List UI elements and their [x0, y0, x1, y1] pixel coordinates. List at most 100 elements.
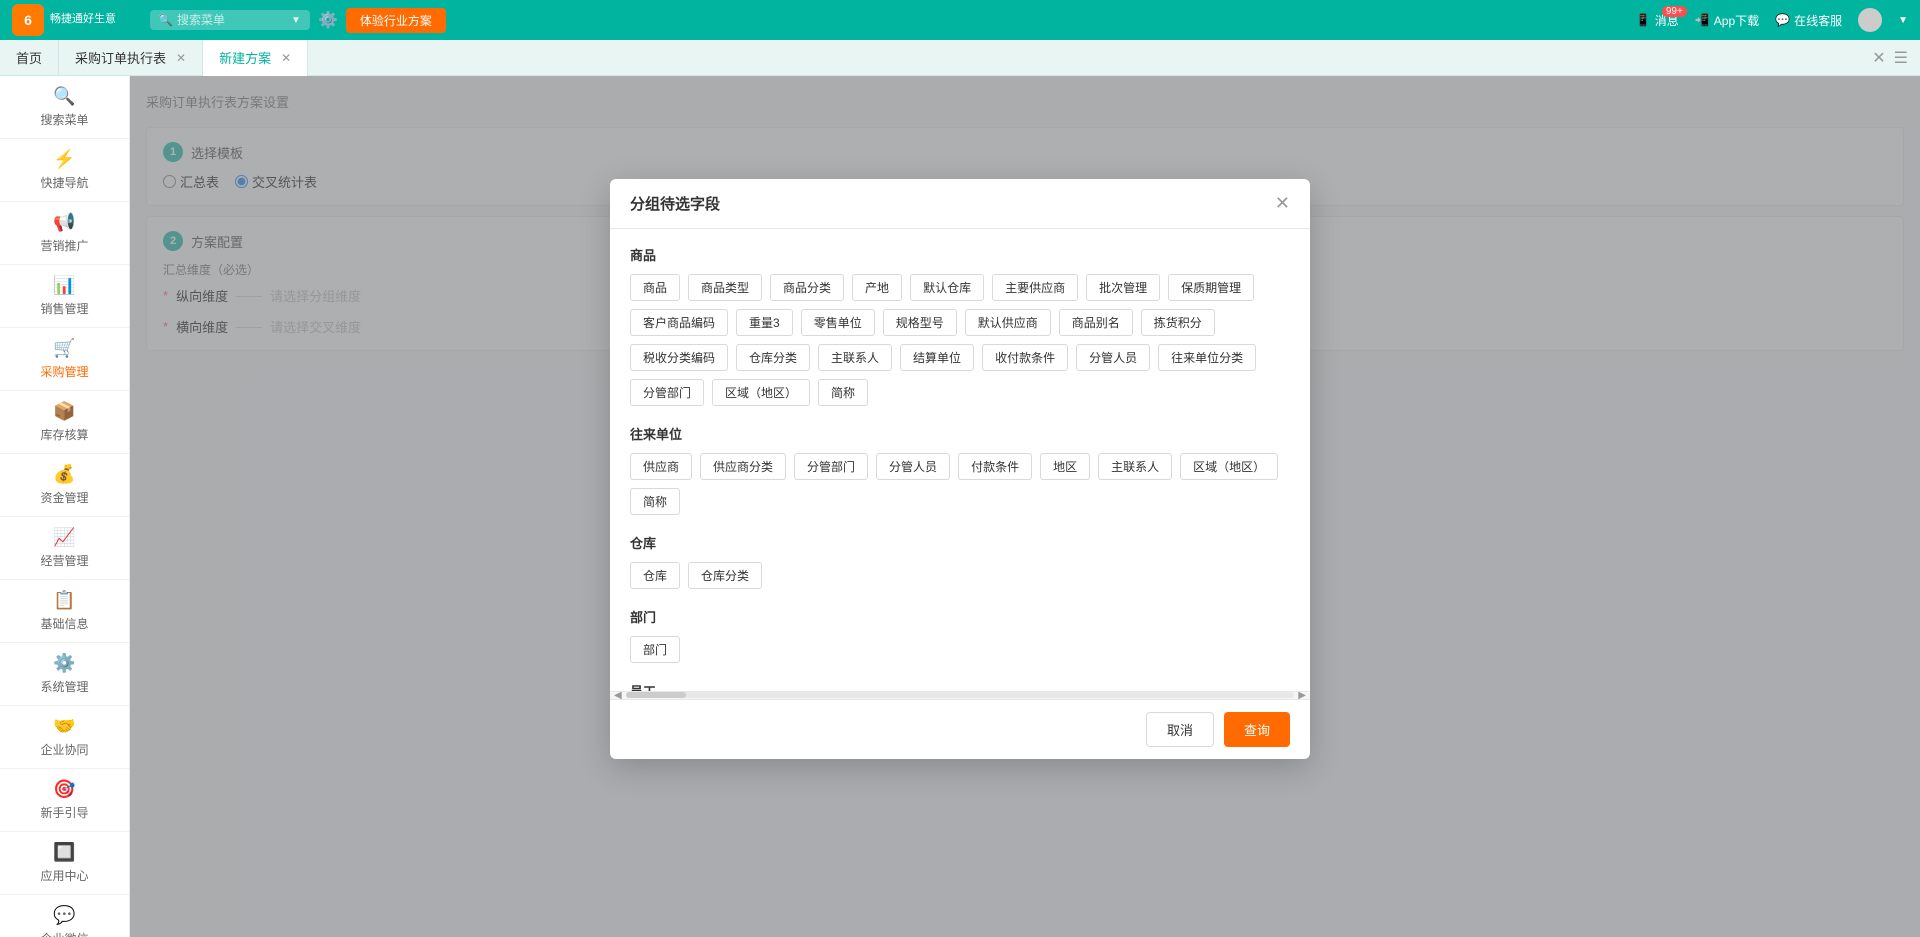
sidebar-item-finance[interactable]: 💰 资金管理: [0, 454, 129, 517]
section-warehouse-title: 仓库: [630, 533, 1290, 552]
tab-purchase-list[interactable]: 采购订单执行表 ✕: [59, 40, 203, 76]
field-department[interactable]: 部门: [630, 636, 680, 663]
sidebar-item-marketing-label: 营销推广: [40, 237, 88, 254]
sidebar-item-wechat-label: 企业微信: [40, 930, 88, 937]
field-product-type[interactable]: 商品类型: [688, 274, 762, 301]
field-dept[interactable]: 分管部门: [630, 379, 704, 406]
field-retail-unit[interactable]: 零售单位: [801, 309, 875, 336]
search-menu-icon: 🔍: [53, 86, 75, 107]
sidebar-item-system-label: 系统管理: [40, 678, 88, 695]
sidebar-item-guide-label: 新手引导: [40, 804, 88, 821]
basic-info-icon: 📋: [53, 590, 75, 611]
sidebar-item-wechat[interactable]: 💬 企业微信: [0, 895, 129, 937]
tab-new-plan[interactable]: 新建方案 ✕: [203, 40, 308, 76]
top-bar: 6 畅捷通好生意 🔍 ▼ ⚙️ 体验行业方案 📱 消息 99+ 📲 App下载 …: [0, 0, 1920, 40]
field-warehouse[interactable]: 仓库: [630, 562, 680, 589]
tab-home-label: 首页: [16, 48, 42, 67]
field-warehouse-cat[interactable]: 仓库分类: [688, 562, 762, 589]
horizontal-scrollbar-thumb[interactable]: [626, 692, 686, 698]
tab-home[interactable]: 首页: [0, 40, 59, 76]
field-supplier-category[interactable]: 供应商分类: [700, 453, 786, 480]
field-spec-model[interactable]: 规格型号: [883, 309, 957, 336]
section-employee: 员工 业务员: [630, 681, 1290, 691]
field-customer-code[interactable]: 客户商品编码: [630, 309, 728, 336]
sidebar-item-sales[interactable]: 📊 销售管理: [0, 265, 129, 328]
sidebar-item-sales-label: 销售管理: [40, 300, 88, 317]
section-product: 商品 商品 商品类型 商品分类 产地 默认仓库 主要供应商 批次管理 保质期管理…: [630, 245, 1290, 406]
content-area: 采购订单执行表方案设置 1 选择模板 汇总表 交叉统计表: [130, 76, 1920, 937]
field-party-short[interactable]: 简称: [630, 488, 680, 515]
field-product-category[interactable]: 商品分类: [770, 274, 844, 301]
search-input[interactable]: [177, 13, 287, 27]
field-tax-code[interactable]: 税收分类编码: [630, 344, 728, 371]
tab-bar: 首页 采购订单执行表 ✕ 新建方案 ✕ ✕ ☰: [0, 40, 1920, 76]
settings-icon[interactable]: ⚙️: [318, 10, 338, 30]
field-supervisor[interactable]: 分管人员: [1076, 344, 1150, 371]
modal-body[interactable]: 商品 商品 商品类型 商品分类 产地 默认仓库 主要供应商 批次管理 保质期管理…: [610, 229, 1310, 691]
field-party-region[interactable]: 地区: [1040, 453, 1090, 480]
sidebar-item-guide[interactable]: 🎯 新手引导: [0, 769, 129, 832]
avatar[interactable]: [1858, 8, 1882, 32]
sidebar-item-operations[interactable]: 📈 经营管理: [0, 517, 129, 580]
tab-menu-icon[interactable]: ☰: [1894, 48, 1908, 68]
logo-area: 6 畅捷通好生意: [12, 4, 142, 36]
online-service-btn[interactable]: 💬 在线客服: [1775, 12, 1842, 29]
top-bar-right: 📱 消息 99+ 📲 App下载 💬 在线客服 ▼: [1636, 8, 1908, 32]
cancel-button[interactable]: 取消: [1146, 712, 1214, 747]
sidebar-item-enterprise-label: 企业协同: [40, 741, 88, 758]
field-region-product[interactable]: 区域（地区）: [712, 379, 810, 406]
sidebar-item-search[interactable]: 🔍 搜索菜单: [0, 76, 129, 139]
field-party-dept[interactable]: 分管部门: [794, 453, 868, 480]
field-warehouse-category[interactable]: 仓库分类: [736, 344, 810, 371]
field-supplier[interactable]: 供应商: [630, 453, 692, 480]
field-batch-mgmt[interactable]: 批次管理: [1086, 274, 1160, 301]
field-party-area[interactable]: 区域（地区）: [1180, 453, 1278, 480]
notification-btn[interactable]: 📱 消息 99+: [1636, 12, 1679, 29]
sidebar-item-purchase-label: 采购管理: [40, 363, 88, 380]
tab-new-plan-close[interactable]: ✕: [281, 51, 291, 65]
field-selection-modal: 分组待选字段 ✕ 商品 商品 商品类型 商品分类 产地 默认仓库 主要供应商 批…: [610, 179, 1310, 759]
field-party-category[interactable]: 往来单位分类: [1158, 344, 1256, 371]
field-shelf-life[interactable]: 保质期管理: [1168, 274, 1254, 301]
sidebar-item-enterprise[interactable]: 🤝 企业协同: [0, 706, 129, 769]
modal-horizontal-scrollbar[interactable]: ◀ ▶: [610, 691, 1310, 699]
field-short-name-product[interactable]: 简称: [818, 379, 868, 406]
field-product-alias[interactable]: 商品别名: [1059, 309, 1133, 336]
sidebar-item-quicknav[interactable]: ⚡ 快捷导航: [0, 139, 129, 202]
field-settlement-unit[interactable]: 结算单位: [900, 344, 974, 371]
field-weight3[interactable]: 重量3: [736, 309, 793, 336]
field-party-contact[interactable]: 主联系人: [1098, 453, 1172, 480]
purchase-icon: 🛒: [53, 338, 75, 359]
close-all-icon[interactable]: ✕: [1872, 48, 1885, 68]
sidebar-item-basic-info[interactable]: 📋 基础信息: [0, 580, 129, 643]
main-layout: 🔍 搜索菜单 ⚡ 快捷导航 📢 营销推广 📊 销售管理 🛒 采购管理 📦 库存核…: [0, 76, 1920, 937]
field-payment-terms[interactable]: 收付款条件: [982, 344, 1068, 371]
confirm-button[interactable]: 查询: [1224, 712, 1290, 747]
app-download-btn[interactable]: 📲 App下载: [1695, 12, 1759, 29]
app-download-icon: 📲: [1695, 13, 1710, 27]
sidebar-item-marketing[interactable]: 📢 营销推广: [0, 202, 129, 265]
field-default-warehouse[interactable]: 默认仓库: [910, 274, 984, 301]
section-party-title: 往来单位: [630, 424, 1290, 443]
finance-icon: 💰: [53, 464, 75, 485]
field-party-supervisor[interactable]: 分管人员: [876, 453, 950, 480]
field-product[interactable]: 商品: [630, 274, 680, 301]
modal-close-btn[interactable]: ✕: [1275, 194, 1290, 212]
field-main-contact[interactable]: 主联系人: [818, 344, 892, 371]
field-pick-points[interactable]: 拣货积分: [1141, 309, 1215, 336]
sidebar-item-appcenter-label: 应用中心: [40, 867, 88, 884]
sidebar-item-appcenter[interactable]: 🔲 应用中心: [0, 832, 129, 895]
field-origin[interactable]: 产地: [852, 274, 902, 301]
sidebar-item-finance-label: 资金管理: [40, 489, 88, 506]
trial-btn[interactable]: 体验行业方案: [346, 8, 446, 33]
field-default-supplier[interactable]: 默认供应商: [965, 309, 1051, 336]
appcenter-icon: 🔲: [53, 842, 75, 863]
sidebar-item-system[interactable]: ⚙️ 系统管理: [0, 643, 129, 706]
search-area[interactable]: 🔍 ▼: [150, 10, 310, 30]
sidebar-item-inventory[interactable]: 📦 库存核算: [0, 391, 129, 454]
field-main-supplier[interactable]: 主要供应商: [992, 274, 1078, 301]
tab-purchase-list-close[interactable]: ✕: [176, 51, 186, 65]
field-party-payment[interactable]: 付款条件: [958, 453, 1032, 480]
sidebar-item-purchase[interactable]: 🛒 采购管理: [0, 328, 129, 391]
online-service-icon: 💬: [1775, 13, 1790, 27]
